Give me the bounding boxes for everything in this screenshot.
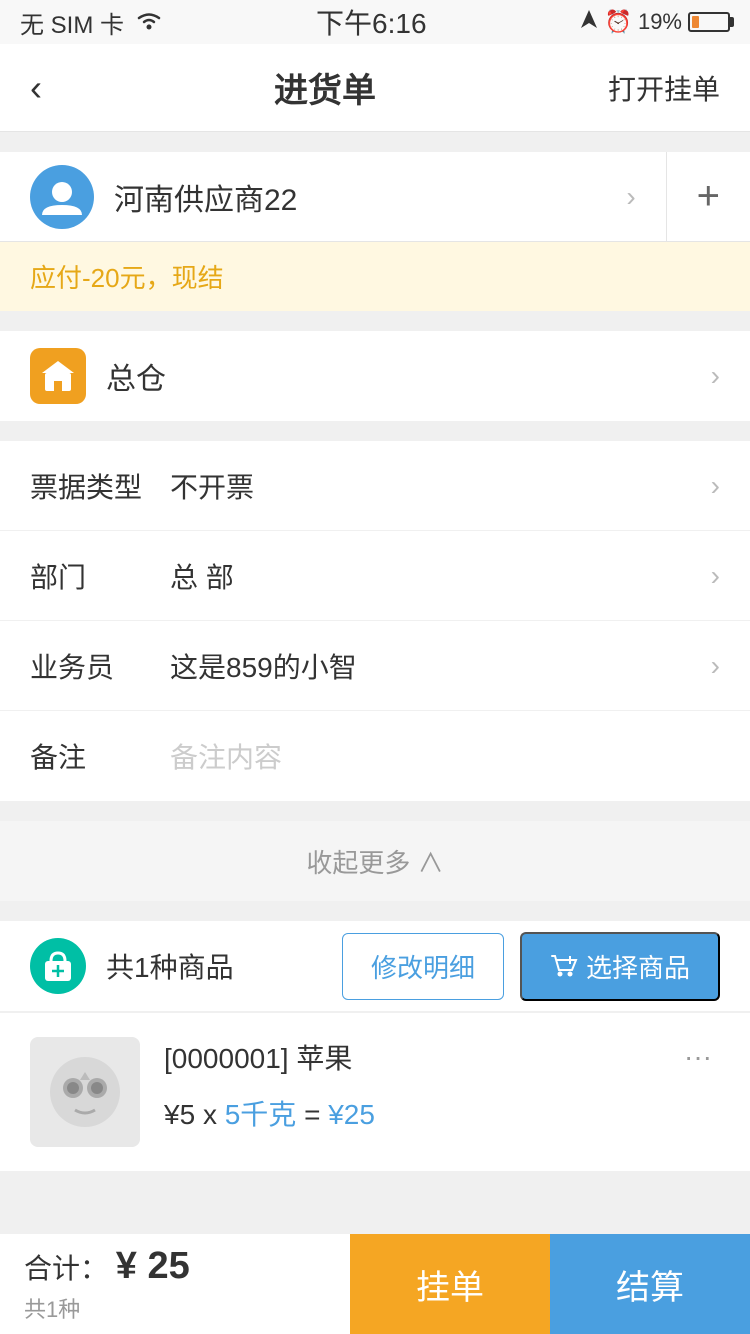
dept-label: 部门 [30,556,150,596]
warehouse-section[interactable]: 总仓 › [0,331,750,421]
invoice-arrow-icon: › [711,470,720,502]
bottom-bar: 合计： ¥ 25 共1种 挂单 结算 [0,1234,750,1334]
multiply-sign: x [203,1099,225,1130]
sales-value: 这是859的小智 [170,646,711,686]
status-bar: 无 SIM 卡 下午6:16 ⏰ 19% [0,0,750,44]
product-header: 共1种商品 修改明细 选择商品 [0,921,750,1011]
sales-arrow-icon: › [711,650,720,682]
supplier-avatar [30,165,94,229]
select-product-button[interactable]: 选择商品 [520,932,720,1001]
pending-button[interactable]: 挂单 [350,1234,550,1334]
remark-placeholder[interactable]: 备注内容 [170,736,720,776]
carrier-text: 无 SIM 卡 [20,5,124,40]
battery-percent: 19% [638,9,682,35]
remark-row[interactable]: 备注 备注内容 [0,711,750,801]
alarm-icon: ⏰ [605,9,632,35]
status-left: 无 SIM 卡 [20,5,164,40]
collapse-button[interactable]: 收起更多 ∧ [0,821,750,901]
product-price: ¥5 x 5千克 = ¥25 [164,1093,676,1133]
product-more-button[interactable]: ··· [676,1037,720,1077]
wifi-icon [134,8,164,37]
product-item: [0000001] 苹果 ¥5 x 5千克 = ¥25 ··· [0,1013,750,1171]
modify-detail-button[interactable]: 修改明细 [342,933,504,1000]
settle-button[interactable]: 结算 [550,1234,750,1334]
warehouse-name: 总仓 [106,354,711,398]
product-code: [0000001] [164,1043,289,1074]
pending-label: 挂单 [416,1260,484,1309]
balance-notice: 应付-20元，现结 [0,242,750,311]
sales-label: 业务员 [30,646,150,686]
battery-icon [688,12,730,32]
unit-price: ¥5 [164,1099,195,1130]
supplier-arrow-icon: › [626,181,635,213]
summary-section: 合计： ¥ 25 共1种 [0,1234,350,1334]
invoice-value: 不开票 [170,466,711,506]
dept-arrow-icon: › [711,560,720,592]
select-product-label: 选择商品 [586,948,690,985]
total-label: 合计： [24,1253,108,1284]
status-time: 下午6:16 [316,2,427,42]
dept-value: 总 部 [170,556,711,596]
warehouse-arrow-icon: › [711,360,720,392]
warehouse-icon [30,348,86,404]
invoice-row[interactable]: 票据类型 不开票 › [0,441,750,531]
invoice-label: 票据类型 [30,466,150,506]
total-amount: 合计： ¥ 25 [24,1245,326,1288]
product-info: [0000001] 苹果 ¥5 x 5千克 = ¥25 [164,1037,676,1133]
product-name: [0000001] 苹果 [164,1037,676,1077]
open-pending-button[interactable]: 打开挂单 [608,68,720,108]
collapse-label: 收起更多 ∧ [306,843,443,880]
status-right: ⏰ 19% [579,8,730,36]
remark-label: 备注 [30,736,150,776]
settle-label: 结算 [616,1260,684,1309]
line-total: ¥25 [328,1099,375,1130]
product-count: 共1种商品 [106,946,342,986]
product-thumbnail [30,1037,140,1147]
page-title: 进货单 [274,63,376,112]
item-count: 共1种 [24,1292,326,1324]
cart-icon [550,954,578,978]
quantity[interactable]: 5千克 [225,1099,297,1130]
nav-bar: ‹ 进货单 打开挂单 [0,44,750,132]
supplier-name[interactable]: 河南供应商22 [114,175,626,219]
dept-row[interactable]: 部门 总 部 › [0,531,750,621]
sales-row[interactable]: 业务员 这是859的小智 › [0,621,750,711]
total-value: ¥ 25 [116,1245,190,1287]
supplier-section: 河南供应商22 › + [0,152,750,242]
add-supplier-button[interactable]: + [666,152,720,242]
product-title: 苹果 [296,1043,352,1074]
location-icon [579,8,599,36]
equals-sign: = [304,1099,328,1130]
product-icon [30,938,86,994]
back-button[interactable]: ‹ [30,67,42,109]
section-gap-1 [0,132,750,152]
form-section: 票据类型 不开票 › 部门 总 部 › 业务员 这是859的小智 › 备注 备注… [0,441,750,801]
